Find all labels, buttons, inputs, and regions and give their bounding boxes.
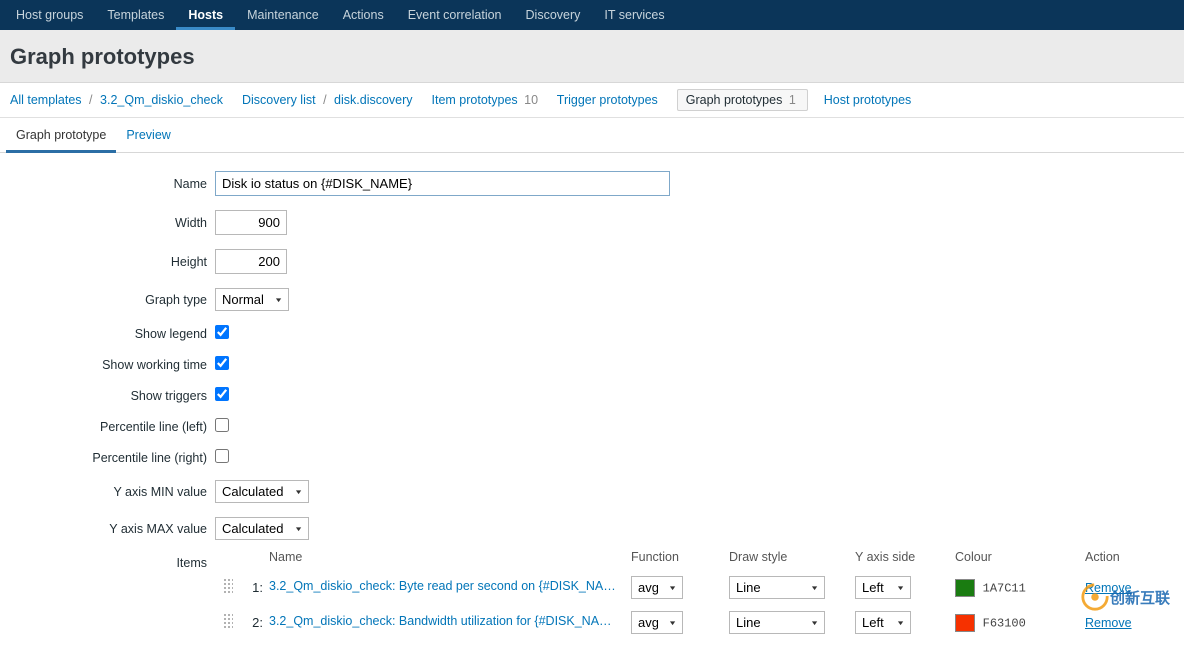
- crumb-template[interactable]: 3.2_Qm_diskio_check: [100, 93, 223, 107]
- show-triggers-checkbox[interactable]: [215, 387, 229, 401]
- nav-host-groups[interactable]: Host groups: [4, 0, 95, 30]
- crumb-graph-label: Graph prototypes: [686, 93, 783, 107]
- col-function-head: Function: [631, 550, 729, 564]
- table-row: 1: 3.2_Qm_diskio_check: Byte read per se…: [223, 570, 1163, 605]
- item-link[interactable]: 3.2_Qm_diskio_check: Byte read per secon…: [269, 579, 619, 593]
- tab-preview[interactable]: Preview: [116, 118, 180, 152]
- items-head: Name Function Draw style Y axis side Col…: [223, 550, 1163, 570]
- nav-actions[interactable]: Actions: [331, 0, 396, 30]
- label-name: Name: [0, 177, 215, 191]
- crumb-graph-prototypes-active: Graph prototypes 1: [677, 89, 809, 111]
- crumb-trigger-prototypes[interactable]: Trigger prototypes: [557, 93, 658, 107]
- nav-it-services[interactable]: IT services: [592, 0, 676, 30]
- colour-value: 1A7C11: [983, 581, 1026, 595]
- page-title: Graph prototypes: [10, 44, 1174, 70]
- label-perc-right: Percentile line (right): [0, 451, 215, 465]
- graph-prototype-form: Name Width Height Graph type Normal Show…: [0, 153, 1184, 648]
- breadcrumbs: All templates / 3.2_Qm_diskio_check Disc…: [0, 83, 1184, 118]
- nav-maintenance[interactable]: Maintenance: [235, 0, 331, 30]
- function-select[interactable]: avg: [631, 576, 683, 599]
- axis-side-select[interactable]: Left: [855, 576, 911, 599]
- nav-discovery[interactable]: Discovery: [514, 0, 593, 30]
- label-show-legend: Show legend: [0, 327, 215, 341]
- watermark-text: 创新互联: [1110, 587, 1170, 608]
- y-max-select[interactable]: Calculated: [215, 517, 309, 540]
- tab-graph-prototype[interactable]: Graph prototype: [6, 118, 116, 153]
- col-draw-head: Draw style: [729, 550, 855, 564]
- topnav: Host groups Templates Hosts Maintenance …: [0, 0, 1184, 30]
- crumb-item-count: 10: [524, 93, 538, 107]
- graph-type-select[interactable]: Normal: [215, 288, 289, 311]
- crumb-separator: /: [89, 93, 92, 107]
- name-input[interactable]: [215, 171, 670, 196]
- crumb-host-prototypes[interactable]: Host prototypes: [824, 93, 912, 107]
- show-working-checkbox[interactable]: [215, 356, 229, 370]
- width-input[interactable]: [215, 210, 287, 235]
- label-width: Width: [0, 216, 215, 230]
- label-perc-left: Percentile line (left): [0, 420, 215, 434]
- nav-event-correlation[interactable]: Event correlation: [396, 0, 514, 30]
- table-row: 2: 3.2_Qm_diskio_check: Bandwidth utiliz…: [223, 605, 1163, 640]
- crumb-discovery-list[interactable]: Discovery list: [242, 93, 316, 107]
- draw-style-select[interactable]: Line: [729, 576, 825, 599]
- label-height: Height: [0, 255, 215, 269]
- draw-style-select[interactable]: Line: [729, 611, 825, 634]
- page-title-bar: Graph prototypes: [0, 30, 1184, 83]
- label-show-working: Show working time: [0, 358, 215, 372]
- item-link[interactable]: 3.2_Qm_diskio_check: Bandwidth utilizati…: [269, 614, 619, 628]
- show-legend-checkbox[interactable]: [215, 325, 229, 339]
- label-y-max: Y axis MAX value: [0, 522, 215, 536]
- remove-link[interactable]: Remove: [1085, 616, 1132, 630]
- function-select[interactable]: avg: [631, 611, 683, 634]
- row-index: 2:: [245, 615, 269, 630]
- perc-right-checkbox[interactable]: [215, 449, 229, 463]
- label-y-min: Y axis MIN value: [0, 485, 215, 499]
- y-min-select[interactable]: Calculated: [215, 480, 309, 503]
- drag-handle-icon[interactable]: [223, 613, 233, 629]
- colour-chip[interactable]: [955, 614, 975, 632]
- crumb-all-templates[interactable]: All templates: [10, 93, 82, 107]
- col-action-head: Action: [1085, 550, 1151, 564]
- height-input[interactable]: [215, 249, 287, 274]
- label-items: Items: [0, 554, 215, 570]
- watermark-icon: [1080, 582, 1110, 612]
- crumb-separator: /: [323, 93, 326, 107]
- crumb-item-prototypes[interactable]: Item prototypes: [432, 93, 518, 107]
- items-table: Name Function Draw style Y axis side Col…: [223, 550, 1163, 640]
- nav-templates[interactable]: Templates: [95, 0, 176, 30]
- crumb-rule[interactable]: disk.discovery: [334, 93, 413, 107]
- colour-value: F63100: [983, 616, 1026, 630]
- row-index: 1:: [245, 580, 269, 595]
- perc-left-checkbox[interactable]: [215, 418, 229, 432]
- label-show-triggers: Show triggers: [0, 389, 215, 403]
- col-name-head: Name: [269, 550, 631, 564]
- tabs: Graph prototype Preview: [0, 118, 1184, 153]
- watermark: 创新互联: [1080, 582, 1170, 612]
- col-axis-head: Y axis side: [855, 550, 955, 564]
- label-graph-type: Graph type: [0, 293, 215, 307]
- nav-hosts[interactable]: Hosts: [176, 0, 235, 30]
- colour-chip[interactable]: [955, 579, 975, 597]
- col-colour-head: Colour: [955, 550, 1085, 564]
- crumb-graph-count: 1: [789, 93, 796, 107]
- drag-handle-icon[interactable]: [223, 578, 233, 594]
- axis-side-select[interactable]: Left: [855, 611, 911, 634]
